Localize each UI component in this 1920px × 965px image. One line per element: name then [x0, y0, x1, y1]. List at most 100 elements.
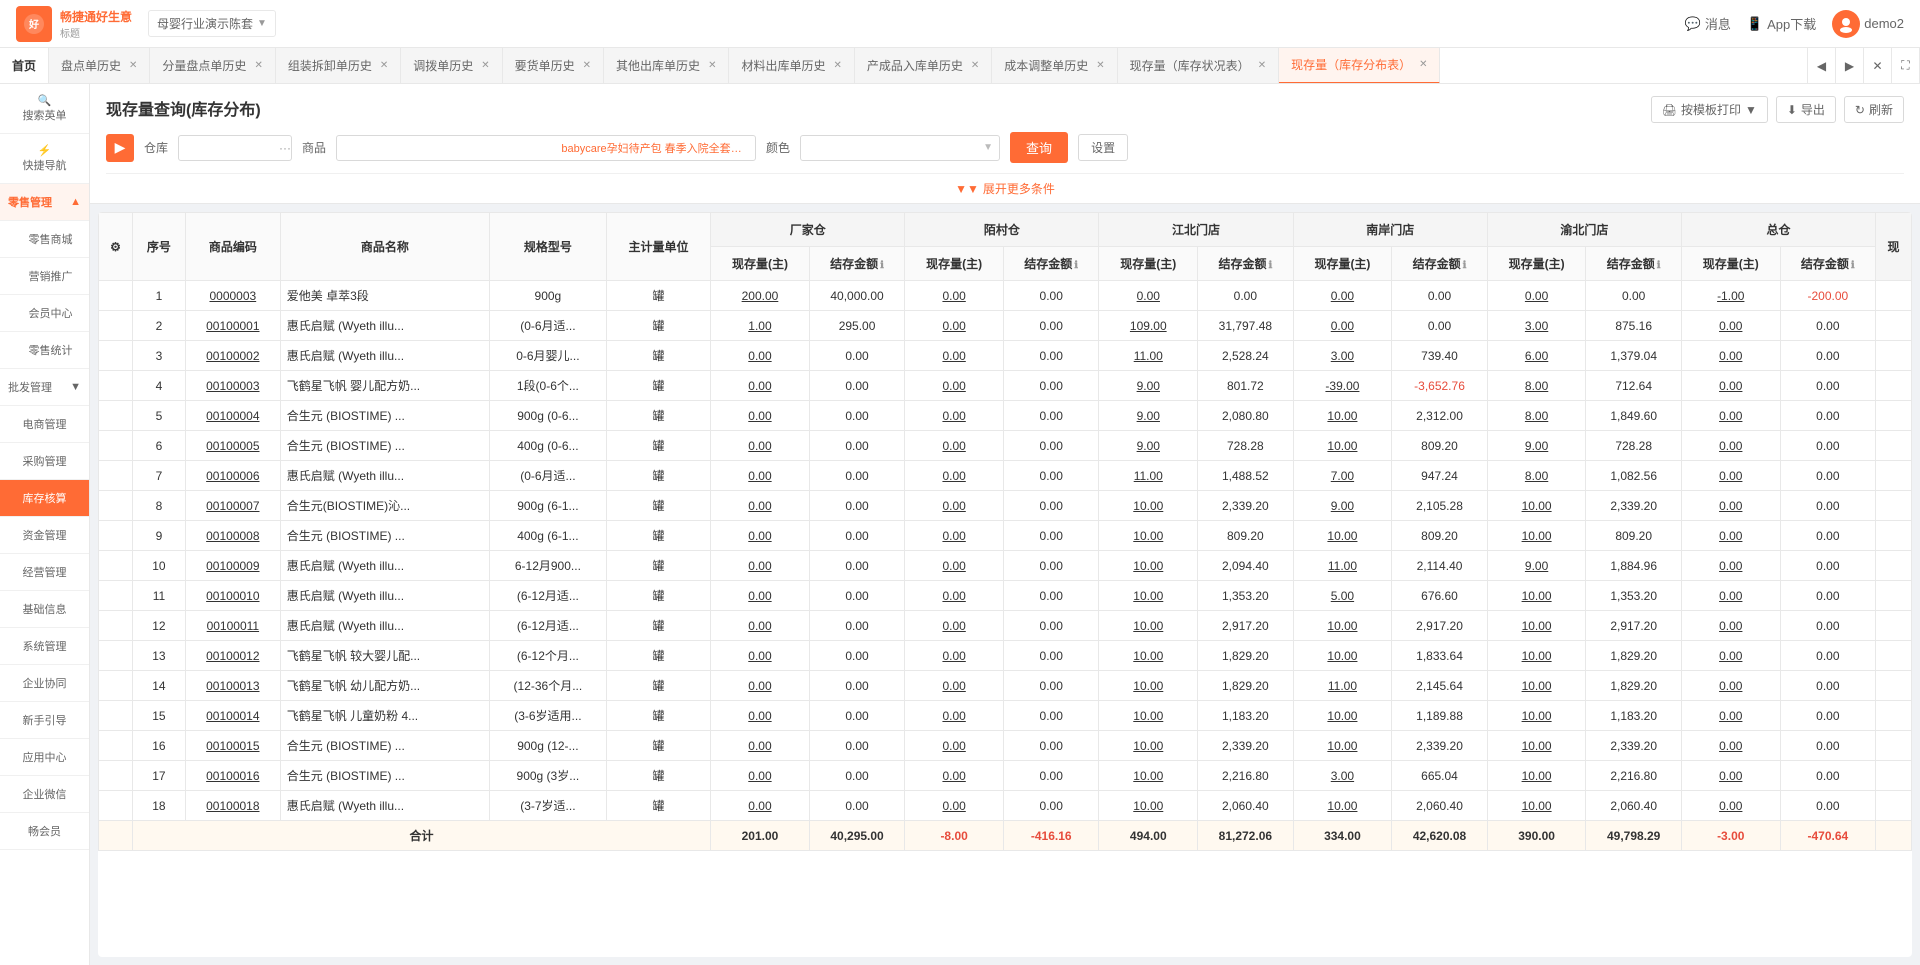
sidebar-item-search[interactable]: 🔍 搜索英单: [0, 84, 89, 134]
tab-next-btn[interactable]: ▶: [1836, 48, 1864, 84]
sidebar-item-marketing[interactable]: 营销推广: [0, 258, 89, 295]
print-btn[interactable]: 🖨 按模板打印 ▼: [1651, 96, 1768, 123]
app-download-btn[interactable]: 📱 App下载: [1747, 14, 1816, 33]
tab-close-icon[interactable]: ✕: [1096, 60, 1104, 71]
tab-product-in[interactable]: 产成品入库单历史 ✕: [855, 48, 992, 84]
sidebar-item-operation[interactable]: 经营管理: [0, 554, 89, 591]
user-menu[interactable]: demo2: [1832, 10, 1904, 38]
tab-close-icon[interactable]: ✕: [583, 60, 591, 71]
sidebar-item-basic[interactable]: 基础信息: [0, 591, 89, 628]
chevron-down-icon: ▼▼: [955, 182, 979, 196]
col-jb-qty: 现存量(主): [1099, 247, 1198, 281]
info-icon[interactable]: ℹ: [880, 260, 884, 271]
expand-conditions-btn[interactable]: ▼▼ 展开更多条件: [955, 180, 1055, 197]
cell-yb-qty: 10.00: [1487, 641, 1586, 671]
cell-code: 00100007: [185, 491, 280, 521]
cell-mc-qty: 0.00: [905, 551, 1004, 581]
warehouse-dots-btn[interactable]: ···: [279, 141, 291, 155]
info-icon[interactable]: ℹ: [1074, 260, 1078, 271]
cell-settings: [99, 671, 133, 701]
cell-jb-amt: 1,488.52: [1198, 461, 1294, 491]
tab-stock-single2[interactable]: 分量盘点单历史 ✕: [150, 48, 275, 84]
cell-yb-amt: 2,060.40: [1586, 791, 1682, 821]
cell-yb-amt: 809.20: [1586, 521, 1682, 551]
cell-name: 飞鹤星飞帆 婴儿配方奶...: [280, 371, 489, 401]
cell-spec: 400g (6-1...: [489, 521, 606, 551]
tab-stock-single[interactable]: 盘点单历史 ✕: [49, 48, 150, 84]
sidebar-item-retail-stat[interactable]: 零售统计: [0, 332, 89, 369]
tab-close-all-btn[interactable]: ✕: [1864, 48, 1892, 84]
setting-btn[interactable]: 设置: [1078, 134, 1128, 161]
sidebar-item-ecommerce[interactable]: 电商管理: [0, 406, 89, 443]
sidebar-item-purchase[interactable]: 采购管理: [0, 443, 89, 480]
cell-mc-amt: 0.00: [1003, 611, 1099, 641]
tab-fullscreen-btn[interactable]: ⛶: [1892, 48, 1920, 84]
info-icon[interactable]: ℹ: [1463, 260, 1467, 271]
tab-stock-dist[interactable]: 现存量（库存分布表） ✕: [1279, 48, 1440, 84]
sidebar-item-finance[interactable]: 资金管理: [0, 517, 89, 554]
tab-prev-btn[interactable]: ◀: [1808, 48, 1836, 84]
cell-na-qty: 10.00: [1293, 431, 1392, 461]
tab-close-icon[interactable]: ✕: [481, 60, 489, 71]
export-btn[interactable]: ⬇ 导出: [1776, 96, 1836, 123]
tab-close-icon[interactable]: ✕: [708, 60, 716, 71]
tab-material-out[interactable]: 材料出库单历史 ✕: [729, 48, 854, 84]
cell-na-qty: 5.00: [1293, 581, 1392, 611]
sidebar-item-guide[interactable]: 新手引导: [0, 702, 89, 739]
sidebar-item-retail-store[interactable]: 零售商城: [0, 221, 89, 258]
cell-mc-qty: 0.00: [905, 701, 1004, 731]
cell-jb-amt: 0.00: [1198, 281, 1294, 311]
sidebar-item-member[interactable]: 会员中心: [0, 295, 89, 332]
tab-close-icon[interactable]: ✕: [1258, 60, 1266, 71]
cell-jb-amt: 31,797.48: [1198, 311, 1294, 341]
cell-mc-qty: 0.00: [905, 461, 1004, 491]
sidebar-item-wholesale[interactable]: 批发管理 ▼: [0, 369, 89, 406]
color-label: 颜色: [766, 139, 790, 156]
info-icon[interactable]: ℹ: [1657, 260, 1661, 271]
tab-close-icon[interactable]: ✕: [129, 60, 137, 71]
tab-home[interactable]: 首页: [0, 48, 49, 84]
sidebar-item-member2[interactable]: 畅会员: [0, 813, 89, 850]
tab-order[interactable]: 要货单历史 ✕: [503, 48, 604, 84]
tab-label: 调拨单历史: [413, 57, 473, 74]
sidebar-item-quick[interactable]: ⚡ 快捷导航: [0, 134, 89, 184]
sidebar-item-app-center[interactable]: 应用中心: [0, 739, 89, 776]
tab-close-icon[interactable]: ✕: [254, 60, 262, 71]
settings-icon[interactable]: ⚙: [110, 240, 121, 254]
info-icon[interactable]: ℹ: [1851, 260, 1855, 271]
color-input[interactable]: [801, 136, 977, 160]
sidebar-item-corp-wechat[interactable]: 企业微信: [0, 776, 89, 813]
tab-cost-adjust[interactable]: 成本调整单历史 ✕: [992, 48, 1117, 84]
col-yb-qty: 现存量(主): [1487, 247, 1586, 281]
industry-selector[interactable]: 母婴行业演示陈套 ▼: [148, 10, 276, 37]
tab-close-icon[interactable]: ✕: [380, 60, 388, 71]
cell-no: 12: [132, 611, 185, 641]
cell-yb-qty: 8.00: [1487, 371, 1586, 401]
color-dropdown-icon[interactable]: ▼: [977, 142, 999, 153]
query-btn[interactable]: 查询: [1010, 132, 1068, 163]
sidebar-item-retail[interactable]: 零售管理 ▲: [0, 184, 89, 221]
cell-code: 00100003: [185, 371, 280, 401]
tab-close-icon[interactable]: ✕: [1419, 59, 1427, 70]
message-btn[interactable]: 💬 消息: [1685, 14, 1731, 33]
tab-transfer[interactable]: 调拨单历史 ✕: [401, 48, 502, 84]
cell-yb-amt: 1,082.56: [1586, 461, 1682, 491]
cell-code: 00100018: [185, 791, 280, 821]
refresh-btn[interactable]: ↻ 刷新: [1844, 96, 1904, 123]
goods-input[interactable]: [337, 136, 555, 160]
cell-settings: [99, 731, 133, 761]
filter-toggle-btn[interactable]: ▶: [106, 134, 134, 162]
tab-stock-status[interactable]: 现存量（库存状况表） ✕: [1118, 48, 1279, 84]
sidebar-item-stock[interactable]: 库存核算: [0, 480, 89, 517]
sidebar-item-enterprise[interactable]: 企业协同: [0, 665, 89, 702]
tab-close-icon[interactable]: ✕: [971, 60, 979, 71]
tab-other-out[interactable]: 其他出库单历史 ✕: [604, 48, 729, 84]
info-icon[interactable]: ℹ: [1268, 260, 1272, 271]
cell-code: 00100014: [185, 701, 280, 731]
warehouse-input[interactable]: [179, 136, 279, 160]
tab-group-split[interactable]: 组装拆卸单历史 ✕: [276, 48, 401, 84]
cell-mc-amt: 0.00: [1003, 671, 1099, 701]
sidebar-item-system[interactable]: 系统管理: [0, 628, 89, 665]
cell-na-amt: 2,339.20: [1392, 731, 1488, 761]
tab-close-icon[interactable]: ✕: [833, 60, 841, 71]
